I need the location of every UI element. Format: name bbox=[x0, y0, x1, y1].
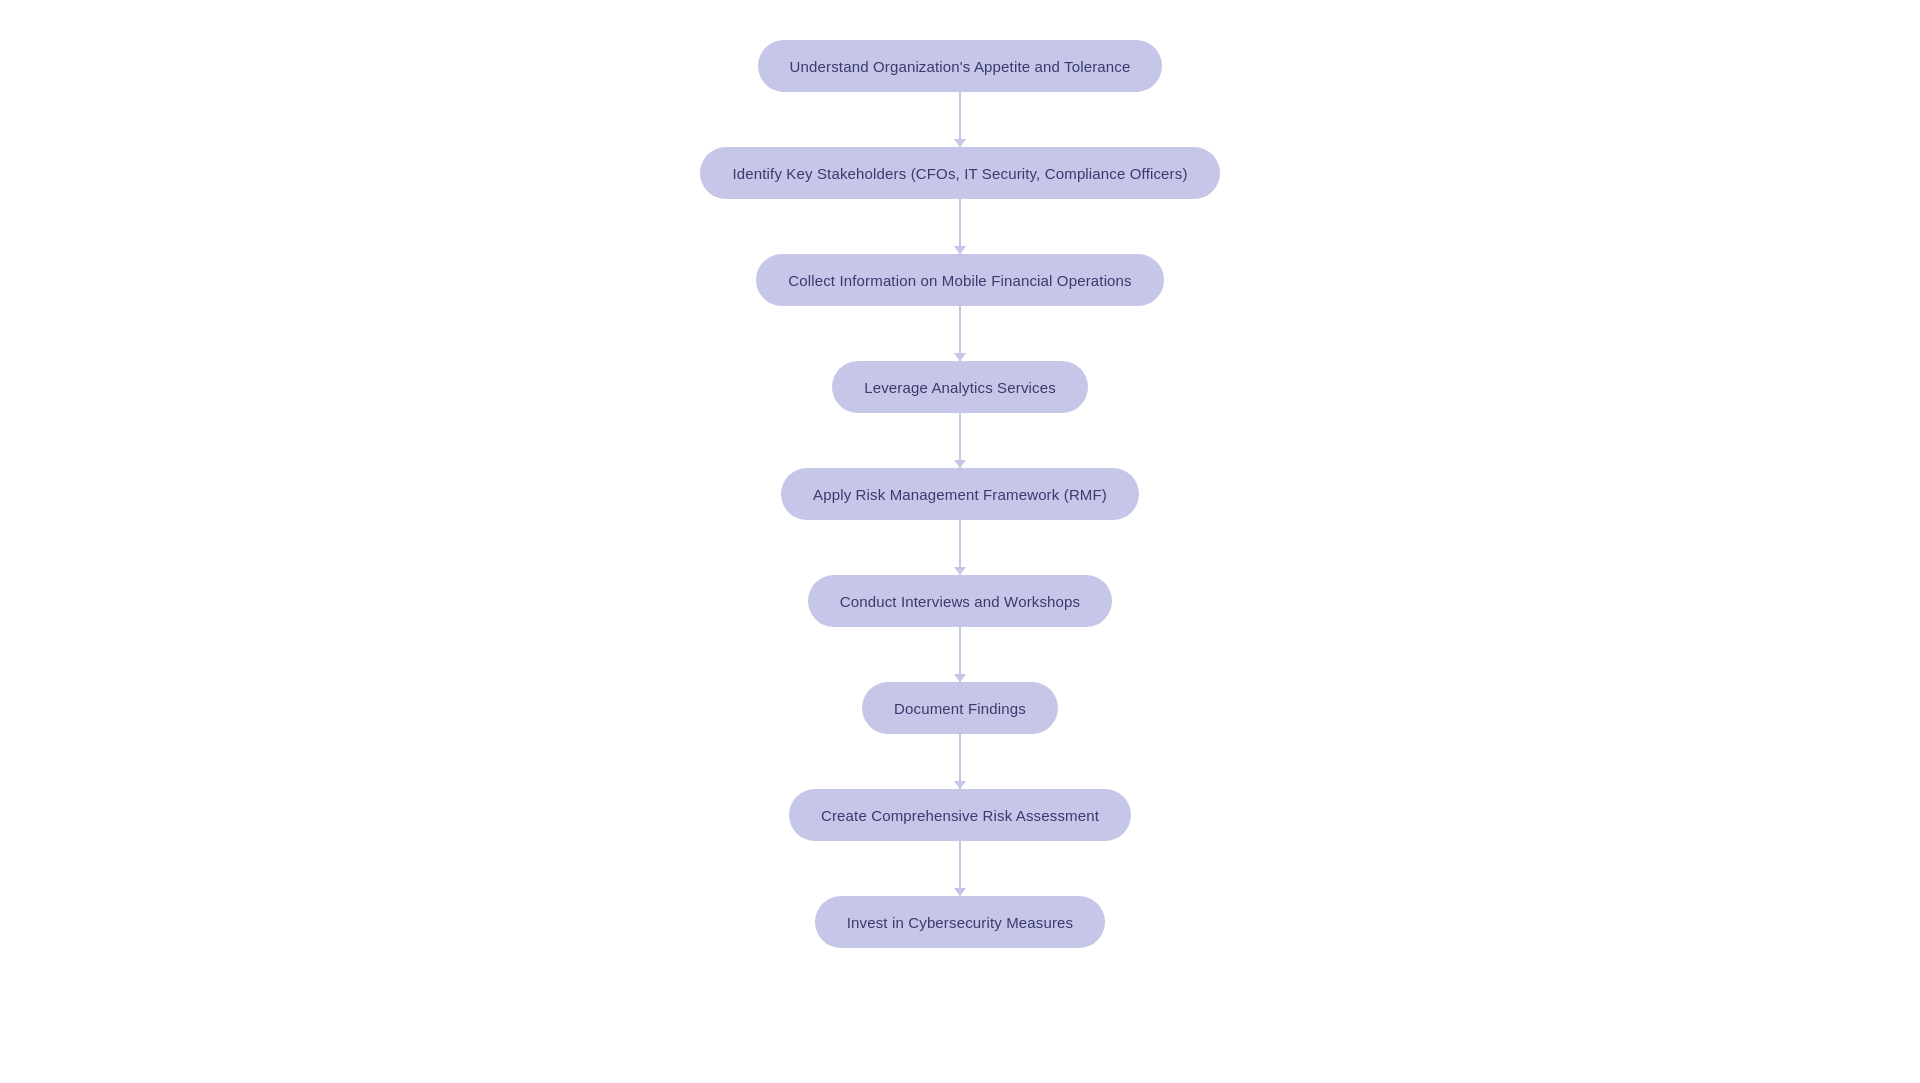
node-label: Apply Risk Management Framework (RMF) bbox=[813, 486, 1107, 503]
node-conduct-interviews: Conduct Interviews and Workshops bbox=[808, 575, 1112, 627]
connector-2 bbox=[959, 199, 961, 254]
node-label: Conduct Interviews and Workshops bbox=[840, 593, 1080, 610]
node-label: Understand Organization's Appetite and T… bbox=[790, 58, 1131, 75]
node-identify-stakeholders: Identify Key Stakeholders (CFOs, IT Secu… bbox=[700, 147, 1219, 199]
connector-4 bbox=[959, 413, 961, 468]
node-label: Collect Information on Mobile Financial … bbox=[788, 272, 1132, 289]
connector-5 bbox=[959, 520, 961, 575]
node-understand-appetite: Understand Organization's Appetite and T… bbox=[758, 40, 1163, 92]
connector-1 bbox=[959, 92, 961, 147]
node-create-risk-assessment: Create Comprehensive Risk Assessment bbox=[789, 789, 1131, 841]
node-invest-cybersecurity: Invest in Cybersecurity Measures bbox=[815, 896, 1106, 948]
flowchart: Understand Organization's Appetite and T… bbox=[700, 20, 1219, 968]
connector-3 bbox=[959, 306, 961, 361]
node-apply-rmf: Apply Risk Management Framework (RMF) bbox=[781, 468, 1139, 520]
node-label: Identify Key Stakeholders (CFOs, IT Secu… bbox=[732, 165, 1187, 182]
node-label: Leverage Analytics Services bbox=[864, 379, 1056, 396]
node-collect-information: Collect Information on Mobile Financial … bbox=[756, 254, 1164, 306]
connector-7 bbox=[959, 734, 961, 789]
connector-6 bbox=[959, 627, 961, 682]
node-document-findings: Document Findings bbox=[862, 682, 1058, 734]
node-label: Create Comprehensive Risk Assessment bbox=[821, 807, 1099, 824]
node-leverage-analytics: Leverage Analytics Services bbox=[832, 361, 1088, 413]
node-label: Invest in Cybersecurity Measures bbox=[847, 914, 1074, 931]
node-label: Document Findings bbox=[894, 700, 1026, 717]
connector-8 bbox=[959, 841, 961, 896]
